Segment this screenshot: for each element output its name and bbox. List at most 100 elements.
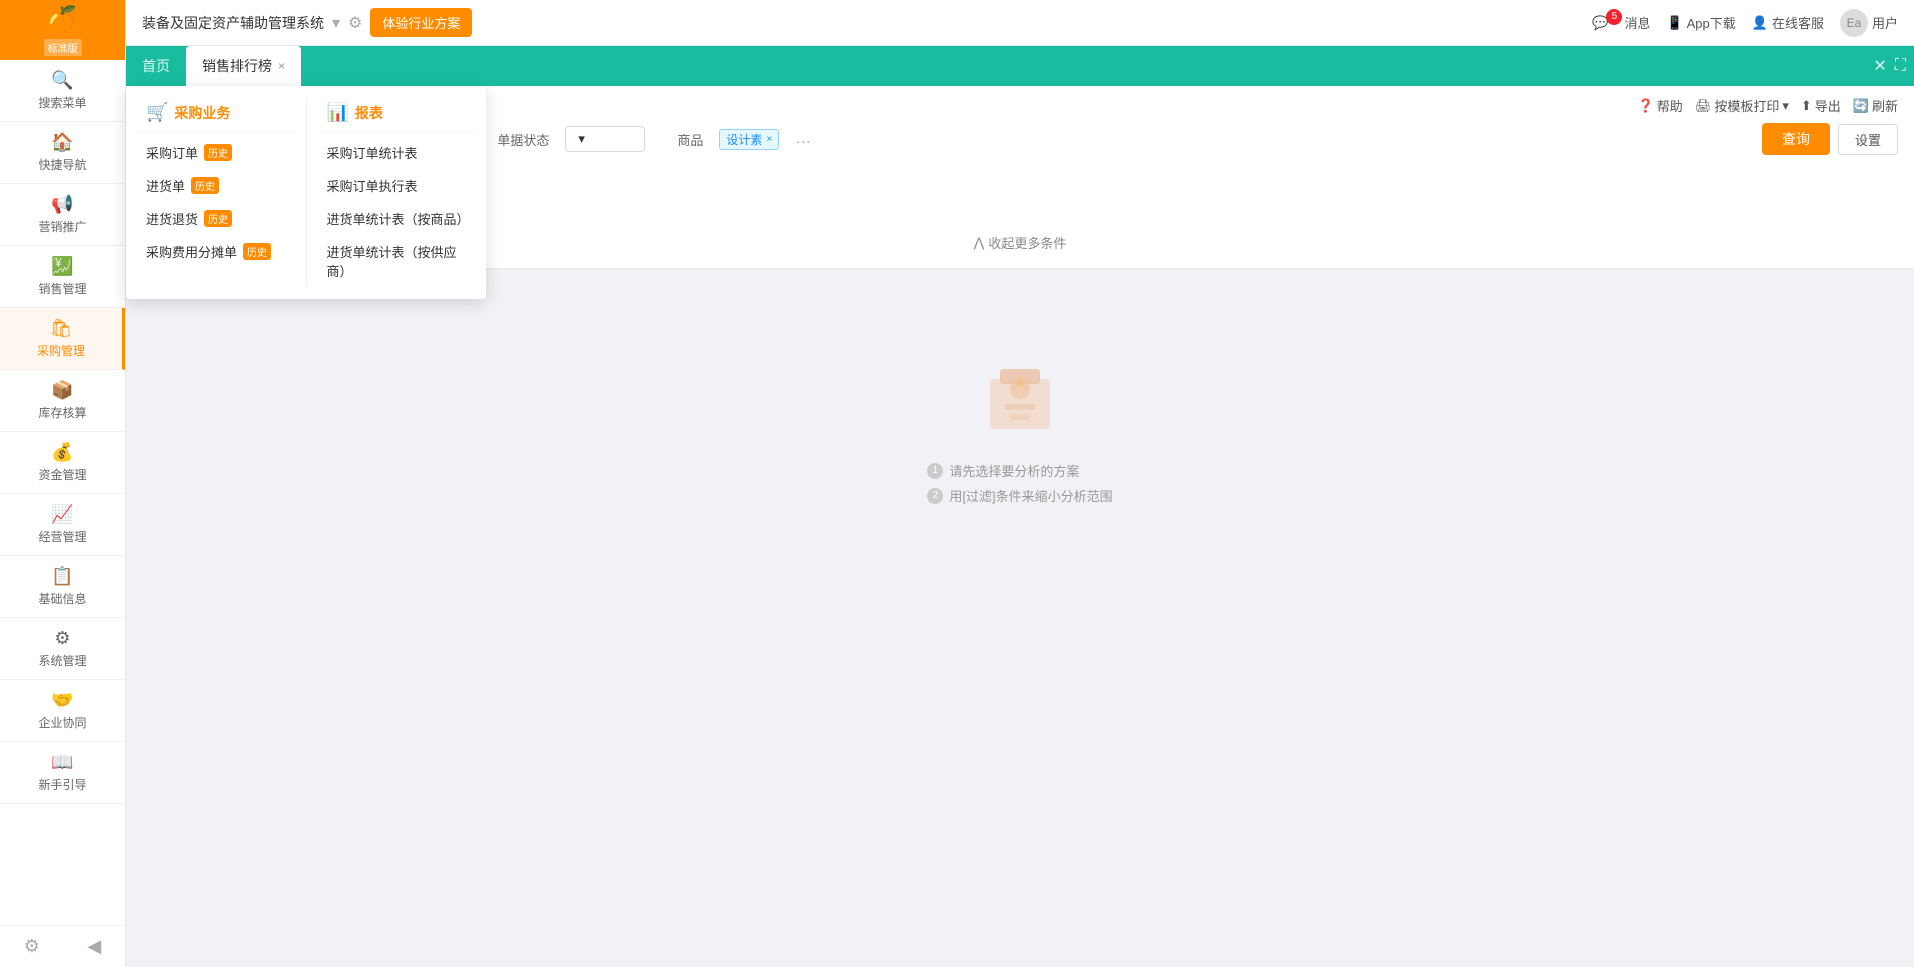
avatar: Ea	[1840, 9, 1868, 37]
sidebar-item-label: 新手引导	[38, 776, 86, 793]
sidebar-item-cooperation[interactable]: 🤝 企业协同	[0, 680, 125, 742]
dropdown-item-purchase-order-stats[interactable]: 采购订单统计表	[319, 136, 475, 169]
export-button[interactable]: ⬆ 导出	[1801, 96, 1841, 115]
goods-return-history-tag: 历史	[204, 210, 232, 227]
dropdown-item-goods-receipt-stats-supplier[interactable]: 进货单统计表（按供应商）	[319, 235, 475, 287]
sales-icon: 💹	[51, 256, 73, 277]
message-button[interactable]: 💬 5 消息	[1592, 13, 1650, 32]
goods-receipt-label: 进货单	[146, 176, 185, 195]
empty-tip-1: 1 请先选择要分析的方案	[927, 461, 1112, 480]
tip-num-1: 1	[927, 463, 943, 479]
tab-sales-ranking[interactable]: 销售排行榜 ×	[186, 46, 301, 86]
report-col-icon: 📊	[327, 102, 349, 123]
tabbar: 首页 销售排行榜 × ✕ ⛶	[126, 46, 1914, 86]
sidebar-item-inventory[interactable]: 📦 库存核算	[0, 370, 125, 432]
report-col-label: 报表	[355, 103, 383, 123]
tabbar-right: ✕ ⛶	[1873, 56, 1914, 76]
goods-receipt-history-tag: 历史	[191, 177, 219, 194]
app-title: 装备及固定资产辅助管理系统	[142, 13, 324, 33]
sidebar-settings-icon[interactable]: ⚙	[24, 936, 40, 957]
dropdown-item-goods-receipt-stats-product[interactable]: 进货单统计表（按商品）	[319, 202, 475, 235]
online-service-label: 在线客服	[1772, 13, 1824, 32]
management-icon: 📈	[51, 504, 73, 525]
refresh-label: 刷新	[1872, 96, 1898, 115]
status-label: 单据状态	[497, 130, 549, 149]
dropdown-col-purchase: 🛒 采购业务 采购订单 历史 进货单 历史 进货退货 历史 采购费用分摊单 历史	[138, 98, 294, 287]
purchase-dropdown-menu: 🛒 采购业务 采购订单 历史 进货单 历史 进货退货 历史 采购费用分摊单 历史	[126, 86, 486, 299]
collapse-label: 收起更多条件	[988, 233, 1066, 252]
sidebar-item-guide[interactable]: 📖 新手引导	[0, 742, 125, 804]
sidebar-item-label: 企业协同	[38, 714, 86, 731]
goods-ellipsis[interactable]: …	[795, 130, 811, 148]
print-label: 按模板打印	[1714, 96, 1779, 115]
settings-button[interactable]: 设置	[1838, 124, 1898, 155]
refresh-button[interactable]: 🔄 刷新	[1853, 96, 1898, 115]
sidebar-item-label: 基础信息	[38, 590, 86, 607]
topbar-dropdown-icon[interactable]: ▾	[332, 13, 340, 33]
dropdown-columns: 🛒 采购业务 采购订单 历史 进货单 历史 进货退货 历史 采购费用分摊单 历史	[126, 98, 486, 287]
phone-icon: 📱	[1666, 15, 1682, 31]
dropdown-item-goods-return[interactable]: 进货退货 历史	[138, 202, 294, 235]
dropdown-divider	[306, 98, 307, 287]
guide-icon: 📖	[51, 752, 73, 773]
query-button[interactable]: 查询	[1762, 123, 1830, 155]
sidebar: 🍊 标准版 🔍 搜索菜单 🏠 快捷导航 📢 营销推广 💹 销售管理 🛍 采购管理…	[0, 0, 126, 967]
sidebar-item-management[interactable]: 📈 经营管理	[0, 494, 125, 556]
po-exec-label: 采购订单执行表	[327, 176, 418, 195]
online-service-button[interactable]: 👤 在线客服	[1752, 13, 1824, 32]
status-select[interactable]: ▾	[565, 126, 645, 152]
tip-num-2: 2	[927, 488, 943, 504]
industry-solution-button[interactable]: 体验行业方案	[370, 8, 472, 37]
purchase-expense-label: 采购费用分摊单	[146, 242, 237, 261]
sidebar-item-marketing[interactable]: 📢 营销推广	[0, 184, 125, 246]
purchase-col-icon: 🛒	[146, 102, 168, 123]
goods-tag-value: 设计素	[726, 131, 762, 148]
dropdown-item-purchase-expense[interactable]: 采购费用分摊单 历史	[138, 235, 294, 268]
dropdown-item-purchase-order-exec[interactable]: 采购订单执行表	[319, 169, 475, 202]
logo-icon: 🍊	[45, 4, 80, 37]
user-label: 用户	[1872, 13, 1898, 32]
topbar-right: 💬 5 消息 📱 App下载 👤 在线客服 Ea 用户	[1592, 9, 1898, 37]
logo-tag: 标准版	[44, 39, 82, 56]
system-icon: ⚙	[54, 628, 70, 649]
sidebar-item-system[interactable]: ⚙ 系统管理	[0, 618, 125, 680]
topbar-gear-icon[interactable]: ⚙	[348, 13, 362, 33]
basic-info-icon: 📋	[51, 566, 73, 587]
dropdown-item-goods-receipt[interactable]: 进货单 历史	[138, 169, 294, 202]
export-label: 导出	[1815, 96, 1841, 115]
purchase-expense-history-tag: 历史	[243, 243, 271, 260]
cooperation-icon: 🤝	[51, 690, 73, 711]
goods-return-label: 进货退货	[146, 209, 198, 228]
nav-icon: 🏠	[51, 132, 73, 153]
print-button[interactable]: 🖨 按模板打印 ▾	[1695, 96, 1789, 115]
service-icon: 👤	[1752, 15, 1768, 31]
tab-close-icon[interactable]: ×	[278, 59, 285, 73]
sidebar-item-nav[interactable]: 🏠 快捷导航	[0, 122, 125, 184]
topbar: 装备及固定资产辅助管理系统 ▾ ⚙ 体验行业方案 💬 5 消息 📱 App下载 …	[126, 0, 1914, 46]
sidebar-collapse-icon[interactable]: ◀	[87, 936, 101, 957]
tab-window-close-icon[interactable]: ✕	[1873, 56, 1886, 76]
message-label: 消息	[1624, 13, 1650, 32]
help-icon: ❓	[1638, 98, 1654, 114]
tab-expand-icon[interactable]: ⛶	[1895, 57, 1906, 75]
app-download-button[interactable]: 📱 App下载	[1666, 13, 1735, 32]
sidebar-item-purchase[interactable]: 🛍 采购管理	[0, 308, 125, 370]
po-stats-label: 采购订单统计表	[327, 143, 418, 162]
tab-home-label: 首页	[142, 56, 170, 76]
avatar-text: Ea	[1847, 16, 1862, 30]
help-label: 帮助	[1657, 96, 1683, 115]
print-dropdown-icon[interactable]: ▾	[1782, 98, 1789, 114]
marketing-icon: 📢	[51, 194, 73, 215]
help-button[interactable]: ❓ 帮助	[1638, 96, 1683, 115]
sidebar-item-sales[interactable]: 💹 销售管理	[0, 246, 125, 308]
dropdown-purchase-header: 🛒 采购业务	[138, 98, 294, 132]
goods-tag-close-icon[interactable]: ×	[766, 134, 772, 145]
tab-home[interactable]: 首页	[126, 46, 186, 86]
sidebar-item-basic-info[interactable]: 📋 基础信息	[0, 556, 125, 618]
sidebar-item-label: 经营管理	[38, 528, 86, 545]
sidebar-item-finance[interactable]: 💰 资金管理	[0, 432, 125, 494]
dropdown-item-purchase-order[interactable]: 采购订单 历史	[138, 136, 294, 169]
sidebar-item-search[interactable]: 🔍 搜索菜单	[0, 60, 125, 122]
user-avatar-button[interactable]: Ea 用户	[1840, 9, 1898, 37]
purchase-col-label: 采购业务	[174, 103, 230, 123]
